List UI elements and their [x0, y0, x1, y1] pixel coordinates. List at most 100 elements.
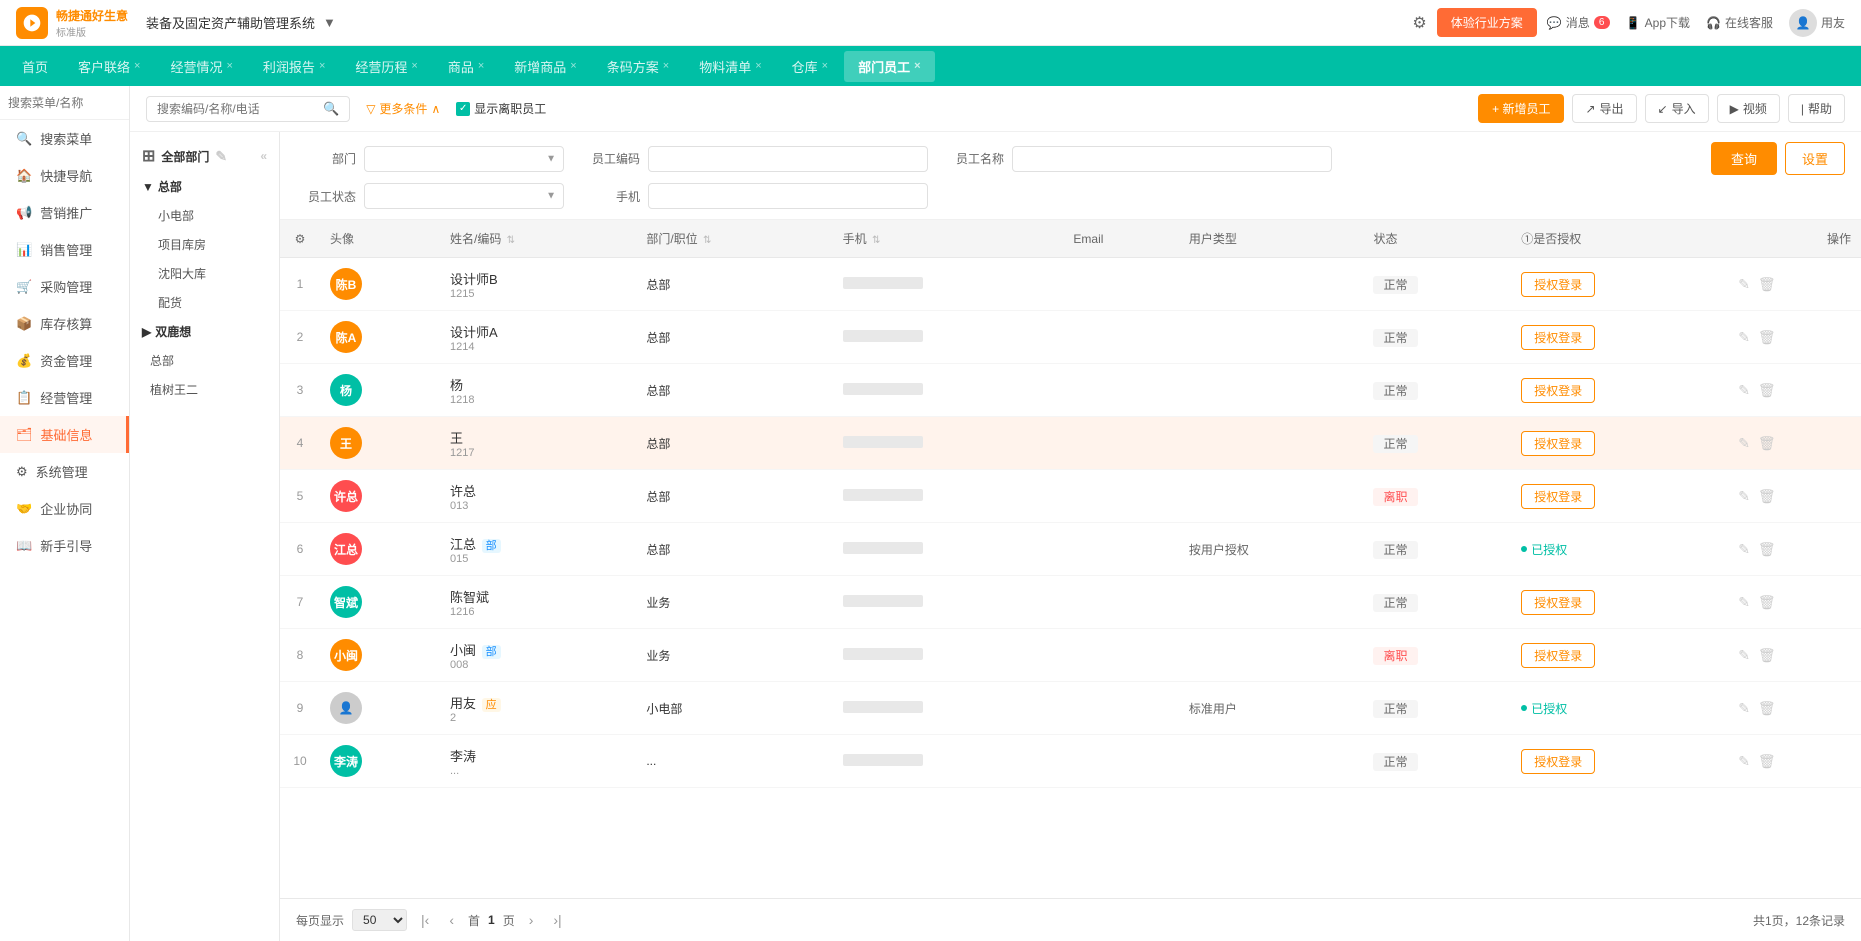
edit-icon[interactable]: ✎: [1738, 594, 1750, 611]
dept-item-delivery[interactable]: 配货: [138, 288, 279, 317]
tab-bom[interactable]: 物料清单 ×: [685, 51, 775, 82]
filter-empname-input[interactable]: [1012, 146, 1332, 172]
delete-icon[interactable]: 🗑: [1758, 647, 1776, 664]
show-former-toggle[interactable]: ✓ 显示离职员工: [456, 100, 546, 117]
tab-customer[interactable]: 客户联络 ×: [64, 51, 154, 82]
help-button[interactable]: | 帮助: [1788, 94, 1845, 123]
search-input[interactable]: [157, 102, 317, 116]
dept-item-xiaodibu[interactable]: 小电部: [138, 201, 279, 230]
tab-new-product[interactable]: 新增商品 ×: [500, 51, 590, 82]
edit-icon[interactable]: ✎: [1738, 647, 1750, 664]
tab-warehouse[interactable]: 仓库 ×: [778, 51, 842, 82]
sidebar-item-purchase[interactable]: 🛒 采购管理: [0, 268, 129, 305]
more-filters-button[interactable]: ▽ 更多条件 ∧: [358, 96, 448, 121]
edit-icon[interactable]: ✎: [1738, 382, 1750, 399]
sidebar-item-management[interactable]: 📋 经营管理: [0, 379, 129, 416]
tab-barcode[interactable]: 条码方案 ×: [593, 51, 683, 82]
add-employee-button[interactable]: + 新增员工: [1478, 94, 1564, 123]
dept-item-zongbu[interactable]: 总部: [130, 346, 279, 375]
sidebar-item-sales[interactable]: 📊 销售管理: [0, 231, 129, 268]
delete-icon[interactable]: 🗑: [1758, 594, 1776, 611]
trial-button[interactable]: 体验行业方案: [1437, 8, 1537, 37]
edit-icon[interactable]: ✎: [1738, 541, 1750, 558]
sort-dept-icon[interactable]: ⇅: [703, 235, 711, 246]
auth-button[interactable]: 授权登录: [1521, 272, 1595, 297]
show-former-checkbox[interactable]: ✓: [456, 102, 470, 116]
delete-icon[interactable]: 🗑: [1758, 541, 1776, 558]
delete-icon[interactable]: 🗑: [1758, 700, 1776, 717]
sidebar-item-basic[interactable]: 🗂 基础信息: [0, 416, 129, 453]
view-button[interactable]: ▶ 视频: [1717, 94, 1780, 123]
auth-button[interactable]: 授权登录: [1521, 643, 1595, 668]
edit-icon[interactable]: ✎: [1738, 329, 1750, 346]
tab-home[interactable]: 首页: [8, 51, 62, 82]
tab-close-icon[interactable]: ×: [914, 60, 920, 72]
sidebar-item-guide[interactable]: 📖 新手引导: [0, 527, 129, 564]
tab-close-icon[interactable]: ×: [478, 60, 484, 72]
delete-icon[interactable]: 🗑: [1758, 753, 1776, 770]
filter-status-select[interactable]: [364, 183, 564, 209]
user-action[interactable]: 👤 用友: [1789, 9, 1845, 37]
auth-button[interactable]: 授权登录: [1521, 325, 1595, 350]
dept-collapse-icon[interactable]: «: [260, 149, 267, 163]
tab-close-icon[interactable]: ×: [226, 60, 232, 72]
message-action[interactable]: 💬 消息 6: [1547, 14, 1610, 31]
auth-button[interactable]: 授权登录: [1521, 378, 1595, 403]
auth-button[interactable]: 授权登录: [1521, 749, 1595, 774]
filter-phone-input[interactable]: [648, 183, 928, 209]
export-button[interactable]: ↗ 导出: [1572, 94, 1636, 123]
sidebar-item-system[interactable]: ⚙ 系统管理: [0, 453, 129, 490]
delete-icon[interactable]: 🗑: [1758, 276, 1776, 293]
sidebar-item-inventory[interactable]: 📦 库存核算: [0, 305, 129, 342]
edit-icon[interactable]: ✎: [1738, 435, 1750, 452]
dept-group-general[interactable]: ▼ 总部: [130, 172, 279, 201]
tab-close-icon[interactable]: ×: [134, 60, 140, 72]
first-page-button[interactable]: |‹: [415, 910, 435, 930]
sidebar-item-finance[interactable]: 💰 资金管理: [0, 342, 129, 379]
tab-close-icon[interactable]: ×: [755, 60, 761, 72]
tab-department[interactable]: 部门员工 ×: [844, 51, 934, 82]
online-service-action[interactable]: 🎧 在线客服: [1706, 14, 1773, 31]
tab-close-icon[interactable]: ×: [822, 60, 828, 72]
filter-dept-select[interactable]: [364, 146, 564, 172]
dept-group-shuanglu[interactable]: ▶ 双鹿想: [130, 317, 279, 346]
toolbar-search-icon[interactable]: 🔍: [323, 101, 339, 117]
edit-icon[interactable]: ✎: [1738, 753, 1750, 770]
auth-button[interactable]: 授权登录: [1521, 590, 1595, 615]
sidebar-item-search[interactable]: 🔍 搜索菜单: [0, 120, 129, 157]
prev-page-button[interactable]: ‹: [443, 910, 460, 930]
page-size-select[interactable]: 50 100: [352, 909, 407, 931]
next-page-button[interactable]: ›: [523, 910, 540, 930]
delete-icon[interactable]: 🗑: [1758, 382, 1776, 399]
import-button[interactable]: ↙ 导入: [1645, 94, 1709, 123]
title-dropdown-icon[interactable]: ▼: [323, 15, 336, 30]
delete-icon[interactable]: 🗑: [1758, 329, 1776, 346]
edit-icon[interactable]: ✎: [1738, 700, 1750, 717]
app-download-action[interactable]: 📱 App下载: [1626, 14, 1690, 31]
filter-empcode-input[interactable]: [648, 146, 928, 172]
tab-close-icon[interactable]: ×: [663, 60, 669, 72]
dept-item-zhishu[interactable]: 植树王二: [130, 375, 279, 404]
auth-button[interactable]: 授权登录: [1521, 431, 1595, 456]
sidebar-item-marketing[interactable]: 📢 营销推广: [0, 194, 129, 231]
edit-icon[interactable]: ✎: [1738, 488, 1750, 505]
edit-icon[interactable]: ✎: [1738, 276, 1750, 293]
tab-close-icon[interactable]: ×: [319, 60, 325, 72]
dept-item-shenyang[interactable]: 沈阳大库: [138, 259, 279, 288]
tab-history[interactable]: 经营历程 ×: [341, 51, 431, 82]
sidebar-item-collab[interactable]: 🤝 企业协同: [0, 490, 129, 527]
tab-close-icon[interactable]: ×: [411, 60, 417, 72]
tab-close-icon[interactable]: ×: [570, 60, 576, 72]
auth-button[interactable]: 授权登录: [1521, 484, 1595, 509]
sidebar-item-quicknav[interactable]: 🏠 快捷导航: [0, 157, 129, 194]
th-settings[interactable]: ⚙: [280, 220, 320, 258]
tab-product[interactable]: 商品 ×: [434, 51, 498, 82]
last-page-button[interactable]: ›|: [547, 910, 567, 930]
filter-set-button[interactable]: 设置: [1785, 142, 1845, 175]
delete-icon[interactable]: 🗑: [1758, 435, 1776, 452]
sort-name-icon[interactable]: ⇅: [507, 235, 515, 246]
filter-query-button[interactable]: 查询: [1711, 142, 1777, 175]
settings-icon[interactable]: ⚙: [1412, 13, 1426, 33]
delete-icon[interactable]: 🗑: [1758, 488, 1776, 505]
dept-edit-icon[interactable]: ✎: [215, 148, 227, 165]
